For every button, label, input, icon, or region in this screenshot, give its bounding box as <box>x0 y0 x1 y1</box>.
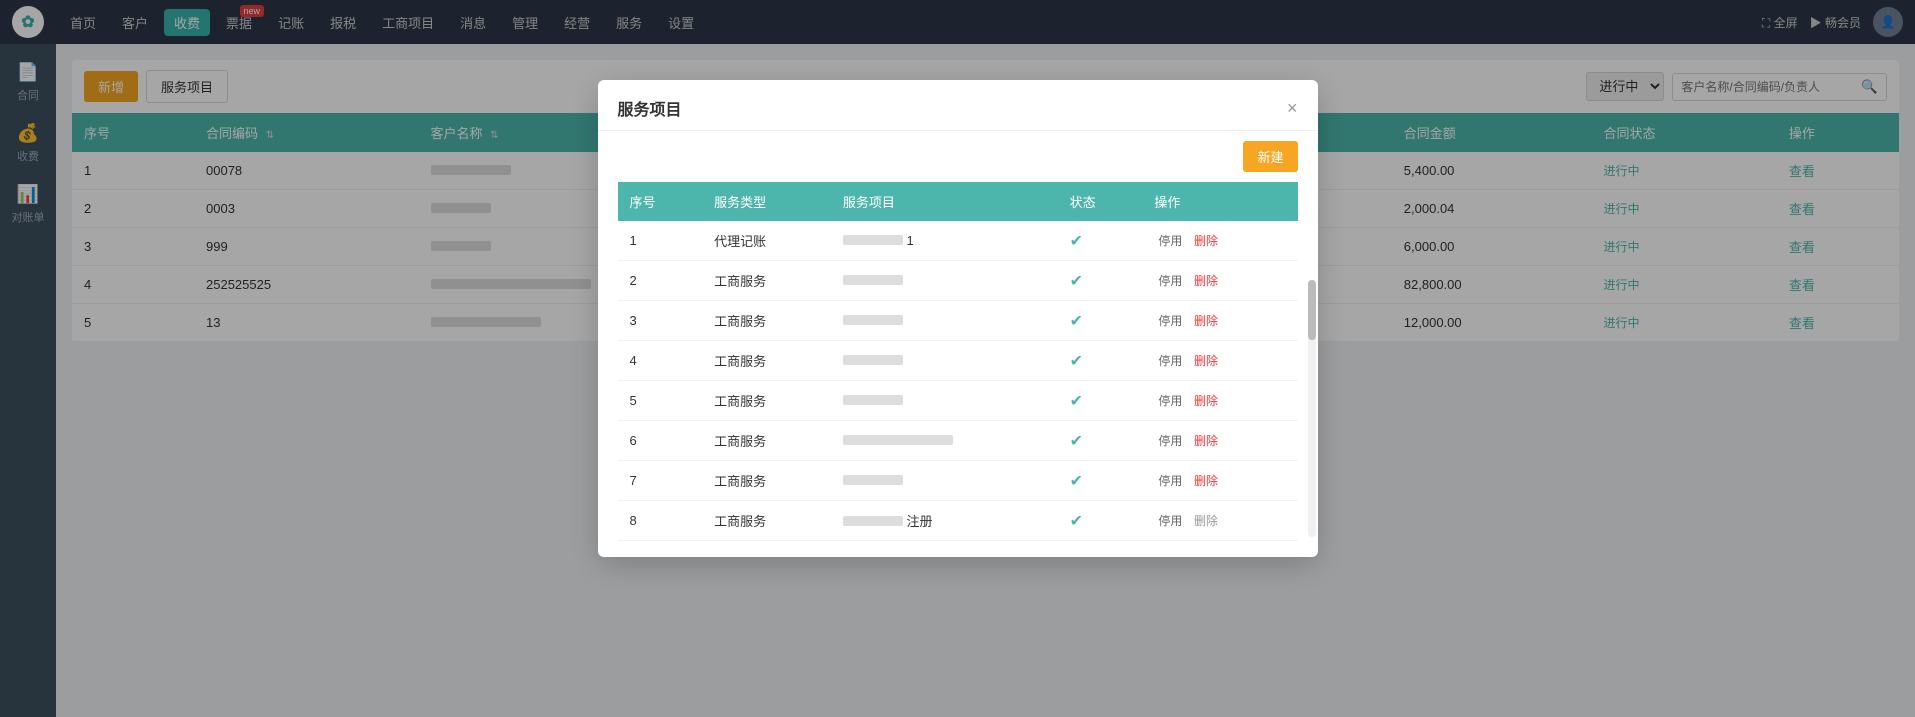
stop-button[interactable]: 停用 <box>1154 470 1186 491</box>
item-actions: 停用 删除 <box>1142 461 1297 501</box>
item-type: 工商服务 <box>702 421 831 461</box>
stop-button[interactable]: 停用 <box>1154 270 1186 291</box>
item-type: 工商服务 <box>702 381 831 421</box>
list-item: 3 工商服务 ✔ 停用 删除 <box>618 301 1298 341</box>
modal-col-seq: 序号 <box>618 182 703 221</box>
item-status: ✔ <box>1058 301 1143 341</box>
item-seq: 7 <box>618 461 703 501</box>
stop-button[interactable]: 停用 <box>1154 230 1186 251</box>
item-status: ✔ <box>1058 421 1143 461</box>
item-status: ✔ <box>1058 381 1143 421</box>
list-item: 5 工商服务 ✔ 停用 删除 <box>618 381 1298 421</box>
item-service <box>831 341 1058 381</box>
item-seq: 3 <box>618 301 703 341</box>
list-item: 2 工商服务 ✔ 停用 删除 <box>618 261 1298 301</box>
item-actions: 停用 删除 <box>1142 381 1297 421</box>
delete-button[interactable]: 删除 <box>1190 350 1222 371</box>
item-type: 代理记账 <box>702 221 831 261</box>
item-actions: 停用 删除 <box>1142 501 1297 541</box>
item-service <box>831 461 1058 501</box>
item-actions: 停用 删除 <box>1142 261 1297 301</box>
item-seq: 2 <box>618 261 703 301</box>
scrollbar-thumb <box>1308 280 1316 340</box>
modal-title: 服务项目 <box>618 96 682 120</box>
modal-header-row: 序号 服务类型 服务项目 状态 操作 <box>618 182 1298 221</box>
item-service: 注册 <box>831 501 1058 541</box>
item-type: 工商服务 <box>702 301 831 341</box>
delete-button[interactable]: 删除 <box>1190 230 1222 251</box>
item-service <box>831 381 1058 421</box>
modal-close-button[interactable]: × <box>1287 99 1298 117</box>
item-service <box>831 261 1058 301</box>
item-service <box>831 301 1058 341</box>
item-type: 工商服务 <box>702 341 831 381</box>
list-item: 8 工商服务 注册 ✔ 停用 删除 <box>618 501 1298 541</box>
list-item: 4 工商服务 ✔ 停用 删除 <box>618 341 1298 381</box>
modal-body: 序号 服务类型 服务项目 状态 操作 1 代理记账 1 ✔ 停用 <box>598 182 1318 557</box>
item-seq: 6 <box>618 421 703 461</box>
item-seq: 1 <box>618 221 703 261</box>
stop-button[interactable]: 停用 <box>1154 510 1186 531</box>
stop-button[interactable]: 停用 <box>1154 350 1186 371</box>
delete-button[interactable]: 删除 <box>1190 510 1222 531</box>
item-service <box>831 421 1058 461</box>
modal-toolbar: 新建 <box>598 131 1318 182</box>
item-seq: 4 <box>618 341 703 381</box>
item-type: 工商服务 <box>702 261 831 301</box>
modal-col-type: 服务类型 <box>702 182 831 221</box>
item-status: ✔ <box>1058 221 1143 261</box>
modal-col-status: 状态 <box>1058 182 1143 221</box>
item-actions: 停用 删除 <box>1142 341 1297 381</box>
service-modal: 服务项目 × 新建 序号 服务类型 服务项目 状态 操作 <box>598 80 1318 557</box>
service-table: 序号 服务类型 服务项目 状态 操作 1 代理记账 1 ✔ 停用 <box>618 182 1298 541</box>
item-actions: 停用 删除 <box>1142 221 1297 261</box>
item-type: 工商服务 <box>702 461 831 501</box>
item-status: ✔ <box>1058 341 1143 381</box>
item-actions: 停用 删除 <box>1142 301 1297 341</box>
modal-new-button[interactable]: 新建 <box>1243 141 1297 172</box>
list-item: 6 工商服务 ✔ 停用 删除 <box>618 421 1298 461</box>
modal-col-action: 操作 <box>1142 182 1297 221</box>
stop-button[interactable]: 停用 <box>1154 390 1186 411</box>
delete-button[interactable]: 删除 <box>1190 270 1222 291</box>
delete-button[interactable]: 删除 <box>1190 470 1222 491</box>
delete-button[interactable]: 删除 <box>1190 310 1222 331</box>
modal-overlay: 服务项目 × 新建 序号 服务类型 服务项目 状态 操作 <box>0 0 1915 717</box>
modal-col-item: 服务项目 <box>831 182 1058 221</box>
item-service: 1 <box>831 221 1058 261</box>
item-status: ✔ <box>1058 501 1143 541</box>
item-actions: 停用 删除 <box>1142 421 1297 461</box>
item-seq: 5 <box>618 381 703 421</box>
item-status: ✔ <box>1058 461 1143 501</box>
modal-scrollbar[interactable] <box>1308 280 1316 537</box>
delete-button[interactable]: 删除 <box>1190 430 1222 451</box>
item-seq: 8 <box>618 501 703 541</box>
list-item: 1 代理记账 1 ✔ 停用 删除 <box>618 221 1298 261</box>
modal-header: 服务项目 × <box>598 80 1318 131</box>
stop-button[interactable]: 停用 <box>1154 430 1186 451</box>
stop-button[interactable]: 停用 <box>1154 310 1186 331</box>
item-type: 工商服务 <box>702 501 831 541</box>
list-item: 7 工商服务 ✔ 停用 删除 <box>618 461 1298 501</box>
item-status: ✔ <box>1058 261 1143 301</box>
delete-button[interactable]: 删除 <box>1190 390 1222 411</box>
